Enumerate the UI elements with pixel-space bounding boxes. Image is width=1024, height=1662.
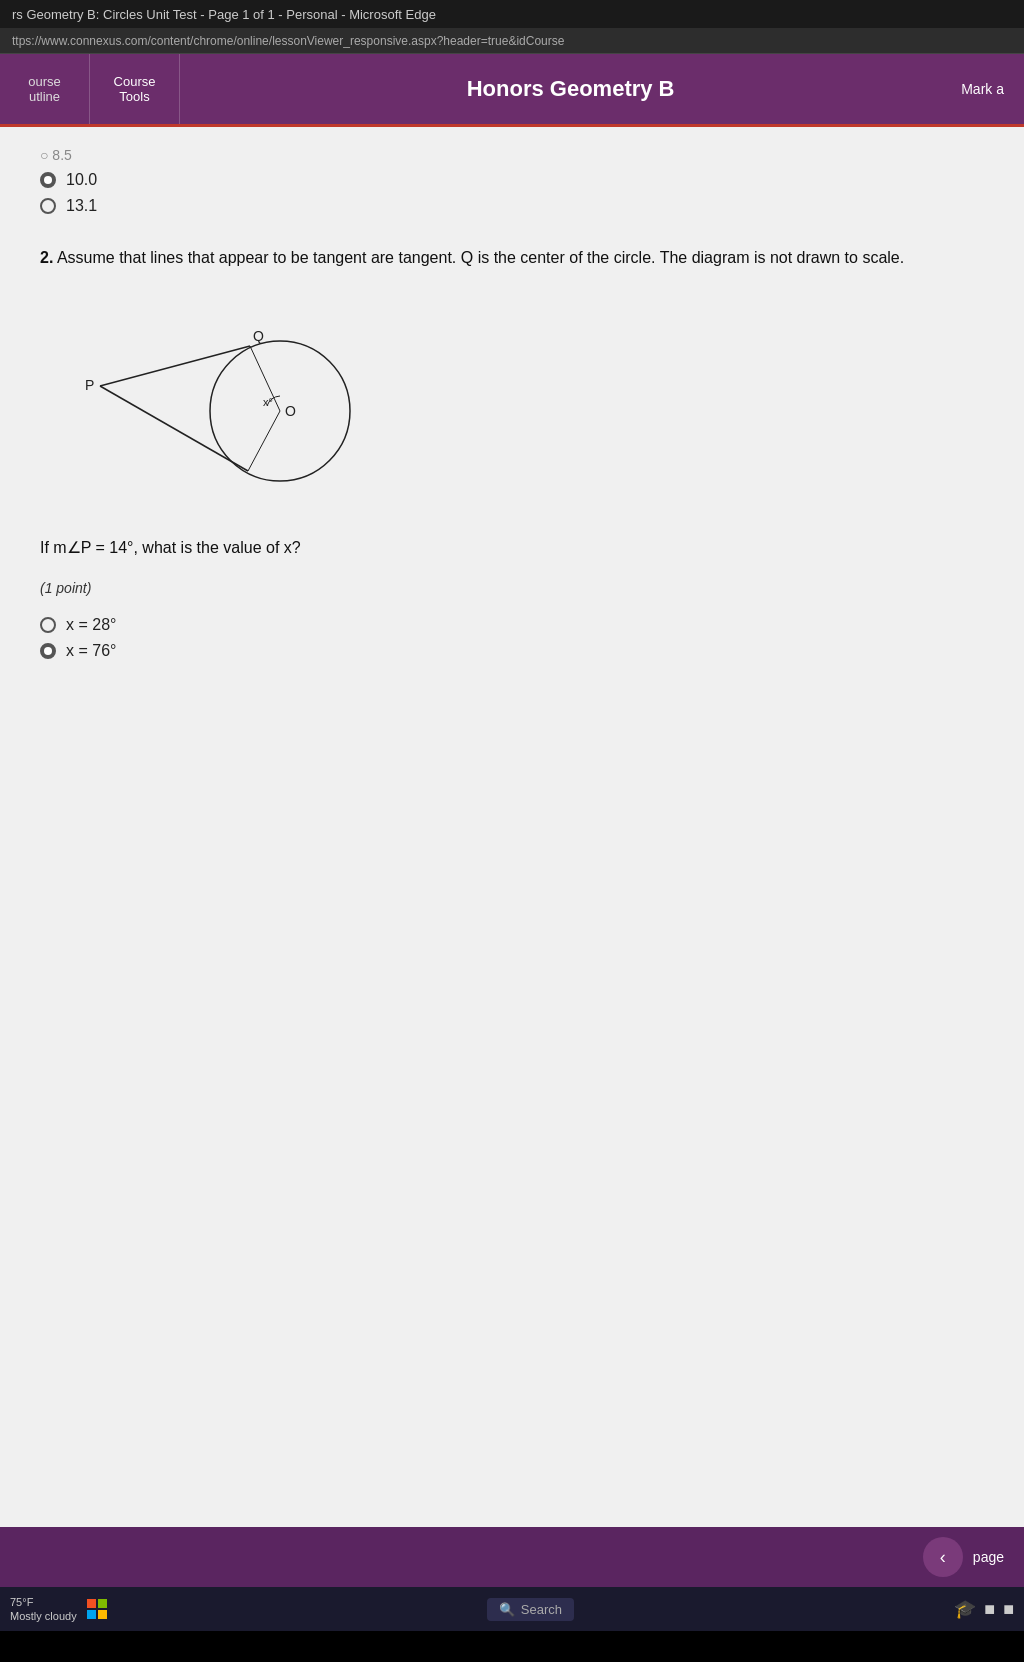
question-2-block: 2. Assume that lines that appear to be t… <box>40 245 984 660</box>
page-label: page <box>973 1549 1004 1565</box>
label-q: Q <box>253 328 264 344</box>
course-outline-label1: ourse <box>28 74 61 89</box>
search-icon: 🔍 <box>499 1602 515 1617</box>
weather-info: 75°F Mostly cloudy <box>10 1595 77 1624</box>
label-x-degrees: x° <box>263 396 273 408</box>
radio-selected-10 <box>40 172 56 188</box>
black-area <box>0 1631 1024 1662</box>
bottom-nav: ‹ page <box>0 1527 1024 1587</box>
radio-76 <box>40 643 56 659</box>
windows-start-button[interactable] <box>87 1599 107 1619</box>
temperature: 75°F <box>10 1595 77 1609</box>
points-label: (1 point) <box>40 580 984 596</box>
svg-line-4 <box>248 411 280 471</box>
browser-icon: ■ <box>1003 1599 1014 1620</box>
search-label: Search <box>521 1602 562 1617</box>
folder-icon: ■ <box>984 1599 995 1620</box>
main-content: ○ 8.5 10.0 13.1 2. Assume that lines tha… <box>0 127 1024 1527</box>
browser-title: rs Geometry B: Circles Unit Test - Page … <box>12 7 436 22</box>
taskbar-search-bar[interactable]: 🔍 Search <box>487 1598 574 1621</box>
radio-28 <box>40 617 56 633</box>
answer-option-selected-10[interactable]: 10.0 <box>40 171 984 189</box>
question-2-body: Assume that lines that appear to be tang… <box>57 249 904 266</box>
if-angle-text: If m∠P = 14°, what is the value of x? <box>40 535 984 561</box>
graduation-icon: 🎓 <box>954 1598 976 1620</box>
taskbar-system-icons: 🎓 ■ ■ <box>954 1598 1014 1620</box>
nav-header: ourse utline Course Tools Honors Geometr… <box>0 54 1024 124</box>
page-title: Honors Geometry B <box>180 76 961 102</box>
radio-unselected-131 <box>40 198 56 214</box>
svg-line-1 <box>100 346 250 386</box>
course-tools-label2: Tools <box>119 89 149 104</box>
prev-page-button[interactable]: ‹ <box>923 1537 963 1577</box>
url-text: ttps://www.connexus.com/content/chrome/o… <box>12 34 564 48</box>
option-28-label: x = 28° <box>66 616 116 634</box>
course-tools-label1: Course <box>114 74 156 89</box>
answer-option-131[interactable]: 13.1 <box>40 197 984 215</box>
label-o: O <box>285 403 296 419</box>
answer-section-q2: x = 28° x = 76° <box>40 616 984 660</box>
geometry-diagram: P Q O x° <box>70 291 370 511</box>
answer-option-28[interactable]: x = 28° <box>40 616 984 634</box>
course-tools-nav[interactable]: Course Tools <box>90 54 180 124</box>
course-outline-label2: utline <box>29 89 60 104</box>
if-angle-body: If m∠P = 14°, what is the value of x? <box>40 539 301 556</box>
course-outline-nav[interactable]: ourse utline <box>0 54 90 124</box>
answer-option-76[interactable]: x = 76° <box>40 642 984 660</box>
prev-option-crossed: ○ 8.5 <box>40 147 984 163</box>
label-p: P <box>85 377 94 393</box>
weather-condition: Mostly cloudy <box>10 1609 77 1623</box>
question-number: 2. <box>40 249 53 266</box>
option-131-label: 13.1 <box>66 197 97 215</box>
title-bar: rs Geometry B: Circles Unit Test - Page … <box>0 0 1024 28</box>
diagram-container: P Q O x° <box>70 291 984 515</box>
option-76-label: x = 76° <box>66 642 116 660</box>
svg-line-2 <box>100 386 248 471</box>
mark-label: Mark a <box>961 81 1024 97</box>
taskbar: 75°F Mostly cloudy 🔍 Search 🎓 ■ ■ <box>0 1587 1024 1631</box>
address-bar: ttps://www.connexus.com/content/chrome/o… <box>0 28 1024 54</box>
option-10-label: 10.0 <box>66 171 97 189</box>
question-2-text: 2. Assume that lines that appear to be t… <box>40 245 984 271</box>
